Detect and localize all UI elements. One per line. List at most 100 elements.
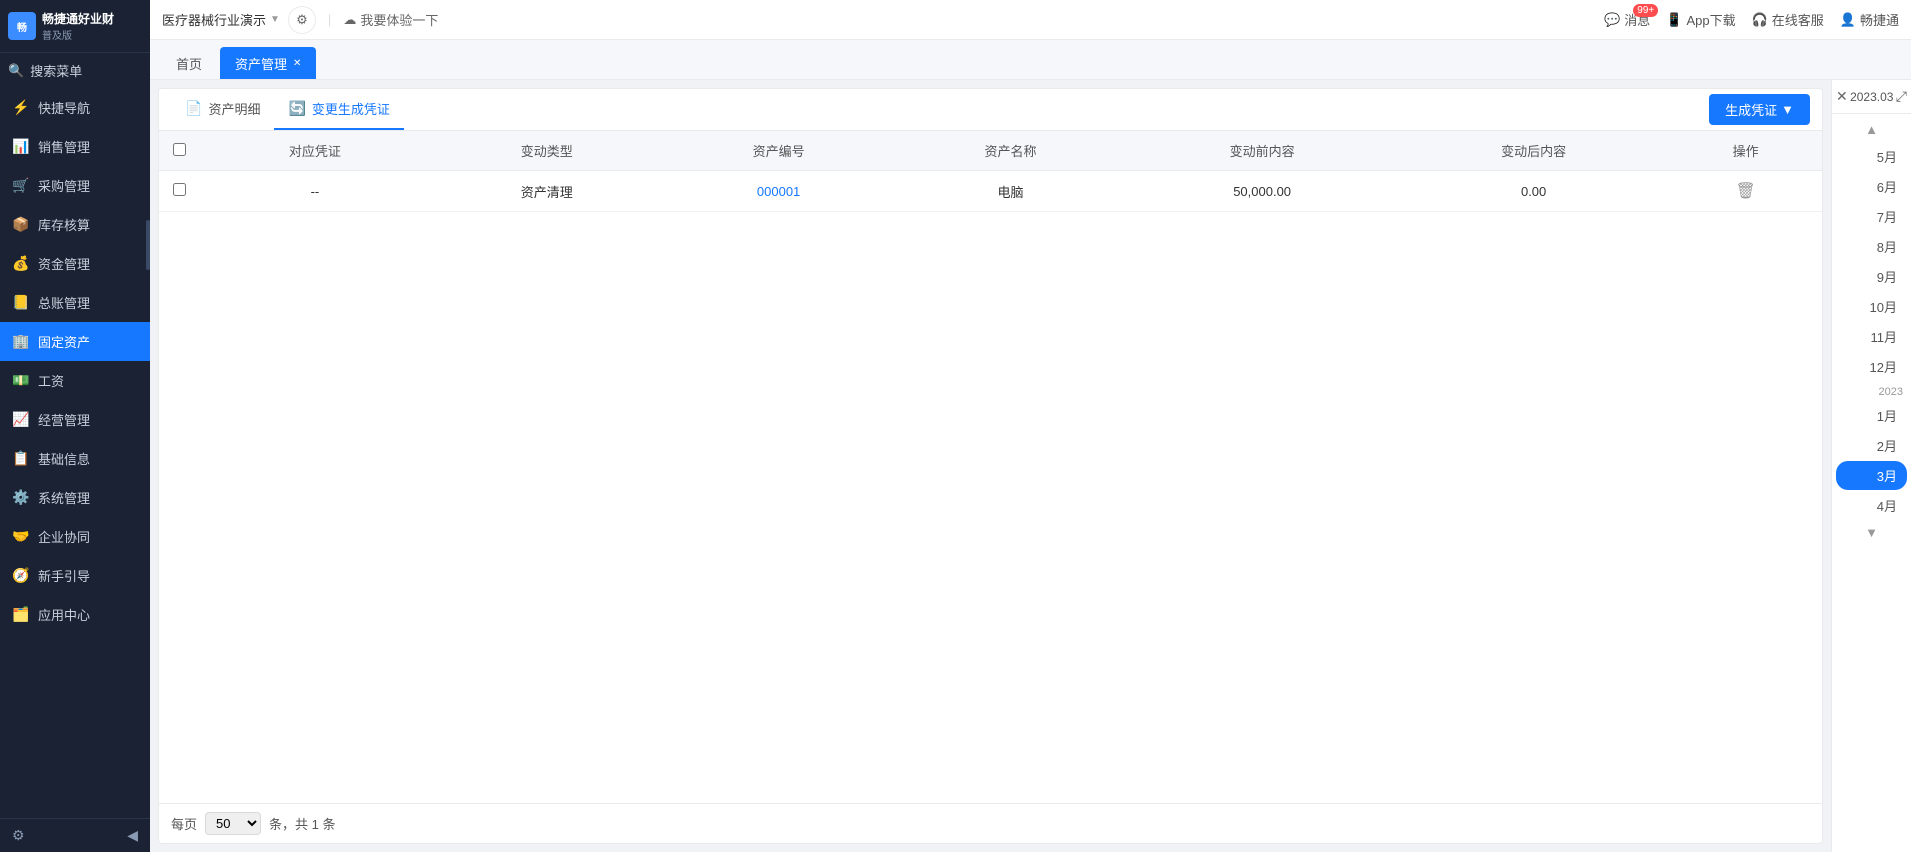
user-icon: 👤 bbox=[1840, 12, 1856, 28]
online-support-button[interactable]: 🎧 在线客服 bbox=[1752, 10, 1824, 29]
row-checkbox[interactable] bbox=[173, 183, 186, 196]
sub-tabs-bar: 📄 资产明细 🔄 变更生成凭证 生成凭证 ▼ bbox=[159, 89, 1822, 131]
tab-home[interactable]: 首页 bbox=[162, 48, 216, 79]
settings-button[interactable]: ⚙ bbox=[288, 6, 316, 34]
sub-tab-change-voucher-label: 变更生成凭证 bbox=[312, 99, 390, 118]
home-label: 首页 bbox=[176, 54, 202, 73]
row-asset-name: 电脑 bbox=[895, 171, 1127, 212]
finance-icon: 💰 bbox=[12, 255, 30, 272]
search-menu[interactable]: 🔍 搜索菜单 bbox=[0, 53, 150, 88]
search-icon: 🔍 bbox=[8, 63, 24, 79]
messages-badge: 99+ bbox=[1633, 4, 1658, 17]
app-title-block: 畅捷通好业财 普及版 bbox=[42, 10, 114, 42]
per-page-select[interactable]: 50 10 20 100 bbox=[205, 812, 261, 835]
table-header-after-content: 变动后内容 bbox=[1398, 131, 1670, 171]
company-selector[interactable]: 医疗器械行业演示 ▼ bbox=[162, 10, 280, 29]
generate-voucher-button[interactable]: 生成凭证 ▼ bbox=[1709, 94, 1810, 125]
date-month-12[interactable]: 12月 bbox=[1836, 352, 1907, 381]
company-name: 医疗器械行业演示 bbox=[162, 10, 266, 29]
row-after-content: 0.00 bbox=[1398, 171, 1670, 212]
row-asset-code: 000001 bbox=[663, 171, 895, 212]
sidebar-item-finance[interactable]: 💰 资金管理 bbox=[0, 244, 150, 283]
app-name: 畅捷通好业财 bbox=[42, 10, 114, 27]
sidebar-item-inventory-label: 库存核算 bbox=[38, 215, 90, 234]
user-menu[interactable]: 👤 畅捷通 bbox=[1840, 10, 1899, 29]
feedback-label: 我要体验一下 bbox=[360, 10, 438, 29]
app-logo: 畅 bbox=[8, 12, 36, 40]
generate-voucher-label: 生成凭证 bbox=[1725, 100, 1777, 119]
app-download-button[interactable]: 📱 App下载 bbox=[1666, 10, 1735, 29]
feedback-icon: ☁ bbox=[343, 12, 356, 28]
sidebar: 畅 畅捷通好业财 普及版 🔍 搜索菜单 ⚡ 快捷导航 📊 销售管理 🛒 采购管理… bbox=[0, 0, 150, 852]
date-month-2023-2[interactable]: 2月 bbox=[1836, 431, 1907, 460]
pagination: 每页 50 10 20 100 条，共 1 条 bbox=[159, 803, 1822, 843]
salary-icon: 💵 bbox=[12, 372, 30, 389]
change-voucher-icon: 🔄 bbox=[288, 100, 305, 117]
date-month-11[interactable]: 11月 bbox=[1836, 322, 1907, 351]
sidebar-item-enterprise[interactable]: 🤝 企业协同 bbox=[0, 517, 150, 556]
asset-detail-icon: 📄 bbox=[185, 100, 202, 117]
table-header-operation: 操作 bbox=[1669, 131, 1822, 171]
date-scroll-up[interactable]: ▲ bbox=[1832, 118, 1911, 141]
year-2023-label: 2023 bbox=[1832, 382, 1911, 400]
date-month-9[interactable]: 9月 bbox=[1836, 262, 1907, 291]
sidebar-item-quick-nav[interactable]: ⚡ 快捷导航 bbox=[0, 88, 150, 127]
date-month-5[interactable]: 5月 bbox=[1836, 142, 1907, 171]
sidebar-item-app-center-label: 应用中心 bbox=[38, 605, 90, 624]
sidebar-item-basic-info-label: 基础信息 bbox=[38, 449, 90, 468]
date-month-6[interactable]: 6月 bbox=[1836, 172, 1907, 201]
sub-tab-change-voucher[interactable]: 🔄 变更生成凭证 bbox=[274, 89, 403, 130]
sidebar-nav: 📊 销售管理 🛒 采购管理 📦 库存核算 💰 资金管理 📒 总账管理 🏢 固定资… bbox=[0, 127, 150, 818]
tab-asset-management[interactable]: 资产管理 ✕ bbox=[220, 47, 316, 79]
table-container: 对应凭证 变动类型 资产编号 资产名称 bbox=[159, 131, 1822, 803]
basic-info-icon: 📋 bbox=[12, 450, 30, 467]
sidebar-item-operations[interactable]: 📈 经营管理 bbox=[0, 400, 150, 439]
table-header-checkbox bbox=[159, 131, 199, 171]
sub-tab-asset-detail[interactable]: 📄 资产明细 bbox=[171, 89, 274, 130]
download-icon: 📱 bbox=[1666, 12, 1682, 28]
sidebar-item-salary-label: 工资 bbox=[38, 371, 64, 390]
sidebar-item-purchase[interactable]: 🛒 采购管理 bbox=[0, 166, 150, 205]
delete-row-icon[interactable]: 🗑 bbox=[1736, 183, 1756, 200]
date-panel-close-icon[interactable]: ✕ bbox=[1836, 88, 1848, 105]
sidebar-item-app-center[interactable]: 🗂️ 应用中心 bbox=[0, 595, 150, 634]
sidebar-header: 畅 畅捷通好业财 普及版 bbox=[0, 0, 150, 53]
quick-nav-label: 快捷导航 bbox=[38, 98, 90, 117]
date-panel-header: ✕ 2023.03 ⤢ bbox=[1832, 80, 1911, 114]
sidebar-item-sales-label: 销售管理 bbox=[38, 137, 90, 156]
sidebar-item-fixed-assets[interactable]: 🏢 固定资产 bbox=[0, 322, 150, 361]
messages-button[interactable]: 💬 消息 99+ bbox=[1604, 10, 1650, 29]
sidebar-item-salary[interactable]: 💵 工资 bbox=[0, 361, 150, 400]
date-month-2023-3[interactable]: 3月 bbox=[1836, 461, 1907, 490]
sidebar-item-basic-info[interactable]: 📋 基础信息 bbox=[0, 439, 150, 478]
sidebar-item-ledger-label: 总账管理 bbox=[38, 293, 90, 312]
sidebar-item-ledger[interactable]: 📒 总账管理 bbox=[0, 283, 150, 322]
table-row: -- 资产清理 000001 电脑 50,000.00 0.00 🗑 bbox=[159, 171, 1822, 212]
feedback-button[interactable]: ☁ 我要体验一下 bbox=[343, 10, 438, 29]
date-month-8[interactable]: 8月 bbox=[1836, 232, 1907, 261]
date-month-7[interactable]: 7月 bbox=[1836, 202, 1907, 231]
row-before-content: 50,000.00 bbox=[1126, 171, 1398, 212]
online-support-label: 在线客服 bbox=[1772, 10, 1824, 29]
row-checkbox-cell bbox=[159, 171, 199, 212]
settings-footer-icon[interactable]: ⚙ bbox=[12, 827, 25, 844]
select-all-checkbox[interactable] bbox=[173, 143, 186, 156]
sidebar-item-inventory[interactable]: 📦 库存核算 bbox=[0, 205, 150, 244]
date-month-10[interactable]: 10月 bbox=[1836, 292, 1907, 321]
sidebar-item-enterprise-label: 企业协同 bbox=[38, 527, 90, 546]
sidebar-item-system[interactable]: ⚙️ 系统管理 bbox=[0, 478, 150, 517]
gear-icon: ⚙ bbox=[296, 12, 308, 28]
sub-tab-asset-detail-label: 资产明细 bbox=[208, 99, 260, 118]
date-scroll-down[interactable]: ▼ bbox=[1832, 521, 1911, 544]
sidebar-item-operations-label: 经营管理 bbox=[38, 410, 90, 429]
date-panel-expand-icon[interactable]: ⤢ bbox=[1896, 88, 1907, 105]
operations-icon: 📈 bbox=[12, 411, 30, 428]
sidebar-item-sales[interactable]: 📊 销售管理 bbox=[0, 127, 150, 166]
date-month-2023-1[interactable]: 1月 bbox=[1836, 401, 1907, 430]
enterprise-icon: 🤝 bbox=[12, 528, 30, 545]
sidebar-item-guide[interactable]: 🧭 新手引导 bbox=[0, 556, 150, 595]
tab-close-icon[interactable]: ✕ bbox=[293, 58, 301, 69]
date-month-2023-4[interactable]: 4月 bbox=[1836, 491, 1907, 520]
collapse-icon[interactable]: ◀ bbox=[127, 827, 138, 844]
date-panel: ✕ 2023.03 ⤢ ▲ 5月 6月 7月 8月 9月 bbox=[1831, 80, 1911, 852]
